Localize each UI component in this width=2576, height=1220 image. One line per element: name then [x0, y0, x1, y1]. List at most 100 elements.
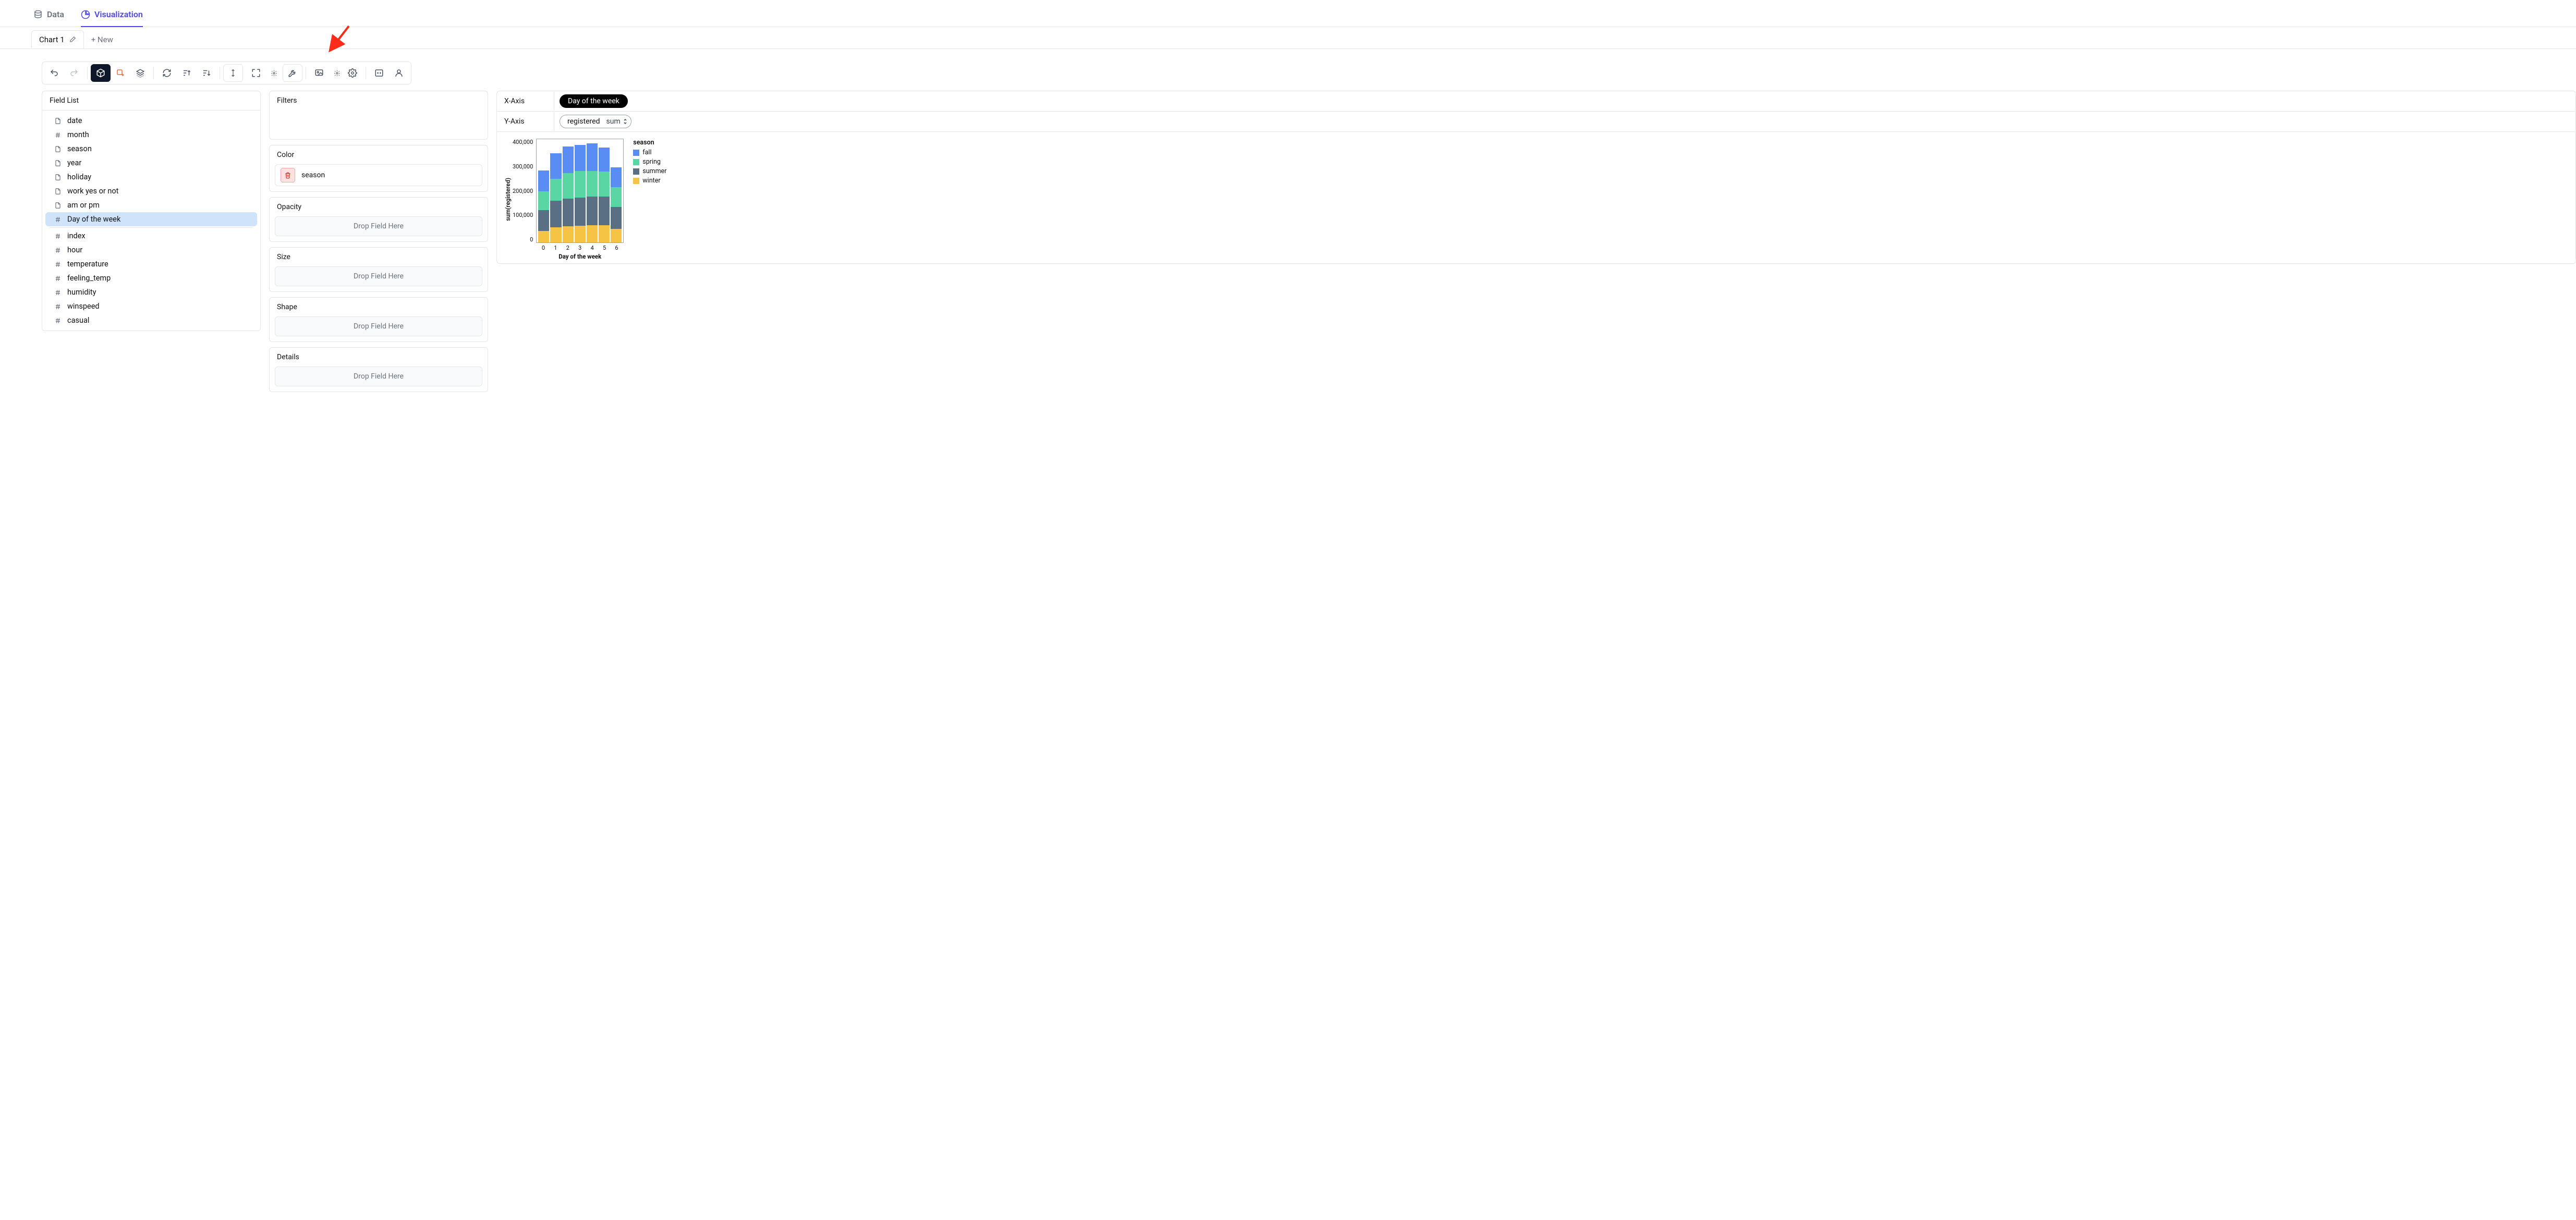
field-item[interactable]: casual [45, 313, 257, 327]
tab-data[interactable]: Data [33, 9, 64, 27]
hash-icon [54, 275, 62, 282]
y-axis-agg-selector[interactable]: sum [606, 117, 627, 126]
sort-asc-button[interactable] [177, 64, 197, 82]
fullscreen-settings-button[interactable] [268, 64, 280, 82]
field-item[interactable]: winspeed [45, 299, 257, 313]
remove-color-field-button[interactable] [281, 168, 295, 182]
code-view-button[interactable] [369, 64, 389, 82]
image-export-settings-button[interactable] [331, 64, 343, 82]
y-axis-chip[interactable]: registered sum [560, 115, 631, 128]
bar-segment [611, 207, 622, 229]
opacity-dropzone[interactable]: Drop Field Here [275, 216, 482, 236]
user-button[interactable] [389, 64, 409, 82]
fullscreen-button[interactable] [246, 64, 266, 82]
y-tick: 100,000 [513, 212, 533, 218]
top-tabs: Data Visualization [0, 0, 2576, 27]
document-icon [54, 202, 62, 209]
details-label: Details [270, 348, 488, 367]
y-tick: 300,000 [513, 163, 533, 170]
field-label: humidity [67, 288, 96, 297]
x-axis-row: X-Axis Day of the week [496, 91, 2576, 112]
field-item[interactable]: date [45, 114, 257, 128]
pie-chart-icon [81, 10, 90, 19]
x-tick: 1 [550, 245, 561, 251]
settings-button[interactable] [343, 64, 362, 82]
new-chart-tab[interactable]: + New [84, 31, 120, 48]
bar-segment [550, 179, 561, 201]
size-label: Size [270, 248, 488, 266]
field-item[interactable]: index [45, 229, 257, 243]
bar-segment [538, 170, 549, 191]
bar-segment [538, 191, 549, 210]
hash-icon [54, 289, 62, 296]
hash-icon [54, 317, 62, 324]
field-item[interactable]: month [45, 128, 257, 142]
bar-segment [575, 198, 586, 226]
cube-button[interactable] [91, 64, 111, 82]
filters-shelf[interactable]: Filters [269, 91, 488, 140]
field-item[interactable]: feeling_temp [45, 271, 257, 285]
field-item[interactable]: season [45, 142, 257, 156]
chart-bars [536, 139, 624, 243]
details-dropzone[interactable]: Drop Field Here [275, 367, 482, 386]
mark-add-button[interactable] [111, 64, 130, 82]
bar-segment [611, 167, 622, 187]
bar-segment [563, 147, 574, 173]
bar-column [538, 170, 549, 242]
field-item[interactable]: Day of the week [45, 212, 257, 226]
field-item[interactable]: temperature [45, 257, 257, 271]
chart-x-ticks: 0123456 [536, 245, 624, 251]
field-label: hour [67, 246, 82, 254]
color-shelf[interactable]: Color season [269, 145, 488, 192]
shape-shelf[interactable]: Shape Drop Field Here [269, 297, 488, 342]
chart-tab-label: Chart 1 [39, 35, 65, 44]
color-field-pill[interactable]: season [275, 164, 482, 186]
legend-item: summer [633, 167, 666, 175]
chart-area: sum(registered) 400,000300,000200,000100… [496, 131, 2576, 264]
y-axis-field-well[interactable]: registered sum [554, 112, 2575, 131]
axis-swap-button[interactable] [223, 64, 243, 82]
bar-segment [575, 171, 586, 198]
image-export-button[interactable] [309, 64, 329, 82]
wrench-button[interactable] [283, 64, 302, 82]
opacity-shelf[interactable]: Opacity Drop Field Here [269, 197, 488, 242]
legend-swatch [633, 159, 639, 165]
document-icon [54, 117, 62, 125]
field-item[interactable]: holiday [45, 170, 257, 184]
field-item[interactable]: work yes or not [45, 184, 257, 198]
sort-desc-button[interactable] [197, 64, 216, 82]
shape-dropzone[interactable]: Drop Field Here [275, 316, 482, 336]
layers-button[interactable] [130, 64, 150, 82]
chart-tabs: Chart 1 + New [0, 27, 2576, 49]
x-axis-chip[interactable]: Day of the week [560, 94, 628, 108]
chart-tab-1[interactable]: Chart 1 [31, 30, 84, 48]
bar-segment [575, 145, 586, 171]
chart-plot: 0123456 Day of the week [536, 139, 624, 260]
new-chart-label: + New [91, 35, 113, 44]
size-dropzone[interactable]: Drop Field Here [275, 266, 482, 286]
tab-visualization[interactable]: Visualization [81, 9, 143, 27]
legend-items: fallspringsummerwinter [633, 149, 666, 185]
refresh-button[interactable] [157, 64, 177, 82]
undo-button[interactable] [44, 64, 64, 82]
hash-icon [54, 261, 62, 268]
pencil-icon[interactable] [69, 36, 76, 43]
x-axis-field-well[interactable]: Day of the week [554, 91, 2575, 111]
field-item[interactable]: year [45, 156, 257, 170]
field-list-header: Field List [42, 91, 260, 111]
bar-segment [599, 197, 610, 225]
separator [87, 67, 88, 79]
chart-column: X-Axis Day of the week Y-Axis registered… [496, 91, 2576, 264]
filters-dropzone[interactable] [270, 110, 488, 139]
bar-segment [550, 201, 561, 227]
field-item[interactable]: am or pm [45, 198, 257, 212]
field-item[interactable]: hour [45, 243, 257, 257]
size-shelf[interactable]: Size Drop Field Here [269, 247, 488, 292]
redo-button[interactable] [64, 64, 84, 82]
field-label: date [67, 116, 82, 125]
details-shelf[interactable]: Details Drop Field Here [269, 347, 488, 392]
field-label: index [67, 231, 86, 240]
field-item[interactable]: humidity [45, 285, 257, 299]
updown-icon [623, 118, 628, 125]
legend-label: fall [642, 149, 651, 156]
